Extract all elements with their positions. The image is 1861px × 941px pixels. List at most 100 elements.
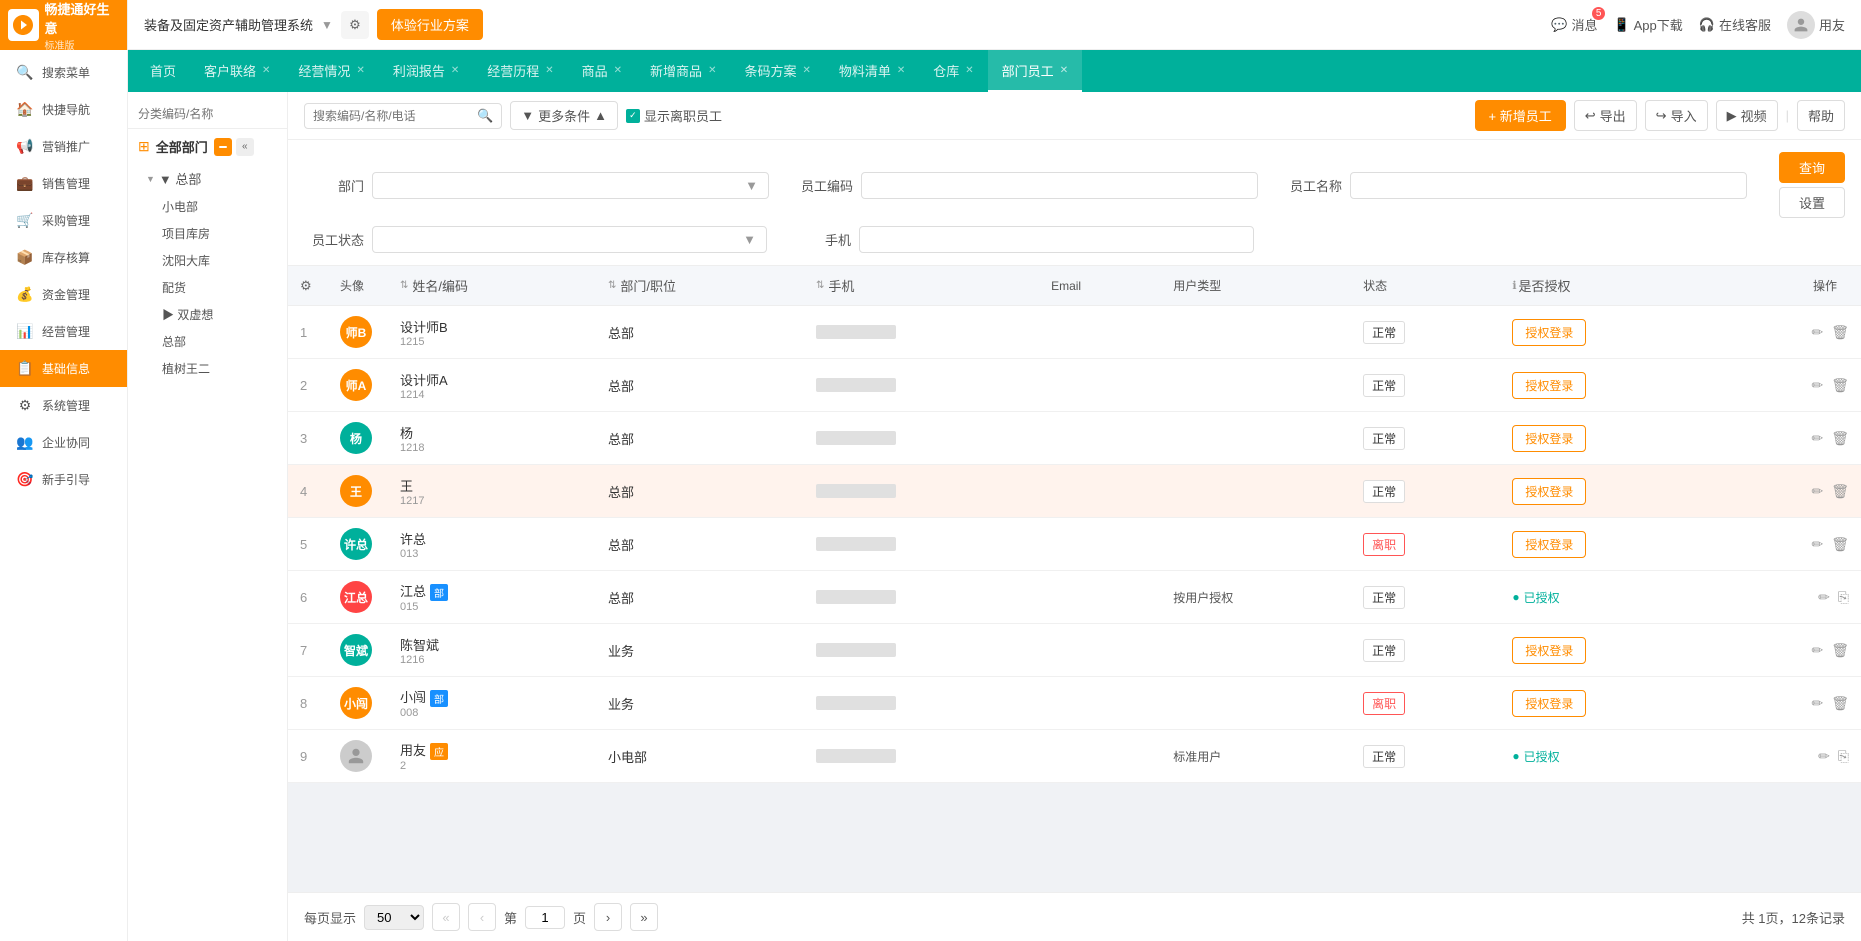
sidebar-item-purchase[interactable]: 🛒 采购管理 — [0, 202, 127, 239]
settings-button[interactable]: ⚙ — [341, 11, 369, 39]
tab-add-goods[interactable]: 新增商品 ✕ — [636, 50, 730, 92]
sidebar-item-finance[interactable]: 💰 资金管理 — [0, 276, 127, 313]
edit-icon[interactable]: ✏ — [1811, 430, 1823, 447]
export-button[interactable]: ↩ 导出 — [1574, 100, 1637, 131]
delete-icon[interactable]: 🗑 — [1831, 324, 1849, 341]
dept-tree-item-head[interactable]: ▼ 总部 — [136, 164, 287, 193]
search-input[interactable] — [313, 109, 473, 123]
auth-login-btn[interactable]: 授权登录 — [1512, 690, 1586, 717]
add-employee-button[interactable]: + 新增员工 — [1475, 100, 1566, 131]
messages-button[interactable]: 💬 消息 5 — [1551, 15, 1597, 34]
view-button[interactable]: ▶ 视频 — [1716, 100, 1778, 131]
edit-icon[interactable]: ✏ — [1811, 642, 1823, 659]
tab-home[interactable]: 首页 — [136, 50, 190, 92]
first-page-btn[interactable]: « — [432, 903, 460, 931]
dept-tree-item-shenyang[interactable]: 沈阳大库 — [152, 247, 287, 274]
import-button[interactable]: ↪ 导入 — [1645, 100, 1708, 131]
edit-icon[interactable]: ✏ — [1811, 483, 1823, 500]
edit-icon[interactable]: ✏ — [1811, 695, 1823, 712]
tab-close-icon[interactable]: ✕ — [1060, 65, 1068, 76]
tab-warehouse[interactable]: 仓库 ✕ — [919, 50, 987, 92]
auth-login-btn[interactable]: 授权登录 — [1512, 372, 1586, 399]
tab-profit[interactable]: 利润报告 ✕ — [379, 50, 473, 92]
sidebar-item-inventory[interactable]: 📦 库存核算 — [0, 239, 127, 276]
tab-close-icon[interactable]: ✕ — [545, 65, 553, 76]
dept-tree-item-zhishu[interactable]: 植树王二 — [152, 355, 287, 382]
sidebar-item-sales[interactable]: 💼 销售管理 — [0, 165, 127, 202]
dept-header[interactable]: ⊞ 全部部门 « — [128, 129, 287, 164]
dept-tree-item-xiaodibu[interactable]: 小电部 — [152, 193, 287, 220]
page-input[interactable] — [525, 906, 565, 929]
trial-button[interactable]: 体验行业方案 — [377, 9, 483, 40]
app-download-button[interactable]: 📱 App下载 — [1613, 15, 1682, 34]
dept-tree-item-peihuo[interactable]: 配货 — [152, 274, 287, 301]
tab-bom[interactable]: 物料清单 ✕ — [825, 50, 919, 92]
tab-close-icon[interactable]: ✕ — [897, 65, 905, 76]
auth-login-btn[interactable]: 授权登录 — [1512, 637, 1586, 664]
dept-tree-item-projectroom[interactable]: 项目库房 — [152, 220, 287, 247]
dept-select[interactable]: ▼ — [372, 172, 769, 199]
sidebar-item-quicknav[interactable]: 🏠 快捷导航 — [0, 91, 127, 128]
edit-icon[interactable]: ✏ — [1811, 324, 1823, 341]
tab-close-icon[interactable]: ✕ — [802, 65, 810, 76]
sidebar-item-search[interactable]: 🔍 搜索菜单 — [0, 54, 127, 91]
emp-status-select[interactable]: ▼ — [372, 226, 767, 253]
tab-close-icon[interactable]: ✕ — [451, 65, 459, 76]
tab-customers[interactable]: 客户联络 ✕ — [190, 50, 284, 92]
dept-collapse-btn[interactable] — [214, 138, 232, 156]
edit-icon[interactable]: ✏ — [1818, 589, 1830, 606]
emp-code-input[interactable] — [861, 172, 1258, 199]
edit-icon[interactable]: ✏ — [1818, 748, 1830, 765]
auth-login-btn[interactable]: 授权登录 — [1512, 319, 1586, 346]
copy-icon[interactable]: ⎘ — [1838, 748, 1849, 765]
last-page-btn[interactable]: » — [630, 903, 658, 931]
dept-search-input[interactable] — [138, 107, 288, 121]
more-filter-btn[interactable]: ▼ 更多条件 ▲ — [510, 101, 618, 130]
help-button[interactable]: 帮助 — [1797, 100, 1845, 131]
tab-operations[interactable]: 经营情况 ✕ — [284, 50, 378, 92]
phone-input[interactable] — [859, 226, 1254, 253]
next-page-btn[interactable]: › — [594, 903, 622, 931]
sidebar-item-basic[interactable]: 📋 基础信息 — [0, 350, 127, 387]
sidebar-item-management[interactable]: 📊 经营管理 — [0, 313, 127, 350]
per-page-select[interactable]: 50 100 — [364, 905, 424, 930]
auth-login-btn[interactable]: 授权登录 — [1512, 425, 1586, 452]
dept-tree-item-shuangxu[interactable]: ▶ 双虚想 — [152, 301, 287, 328]
prev-page-btn[interactable]: ‹ — [468, 903, 496, 931]
sidebar-item-marketing[interactable]: 📢 营销推广 — [0, 128, 127, 165]
delete-icon[interactable]: 🗑 — [1831, 483, 1849, 500]
sidebar-item-guide[interactable]: 🎯 新手引导 — [0, 461, 127, 498]
tab-close-icon[interactable]: ✕ — [614, 65, 622, 76]
delete-icon[interactable]: 🗑 — [1831, 695, 1849, 712]
tab-close-icon[interactable]: ✕ — [965, 65, 973, 76]
query-button[interactable]: 查询 — [1779, 152, 1845, 183]
delete-icon[interactable]: 🗑 — [1831, 642, 1849, 659]
online-service-button[interactable]: 🎧 在线客服 — [1699, 15, 1771, 34]
tab-close-icon[interactable]: ✕ — [262, 65, 270, 76]
show-resigned-toggle[interactable]: ✓ 显示离职员工 — [626, 106, 722, 125]
delete-icon[interactable]: 🗑 — [1831, 430, 1849, 447]
user-menu[interactable]: 用友 — [1787, 11, 1845, 39]
tab-history[interactable]: 经营历程 ✕ — [473, 50, 567, 92]
sidebar-item-system[interactable]: ⚙ 系统管理 — [0, 387, 127, 424]
tab-employees[interactable]: 部门员工 ✕ — [988, 50, 1082, 92]
auth-login-btn[interactable]: 授权登录 — [1512, 531, 1586, 558]
tab-close-icon[interactable]: ✕ — [708, 65, 716, 76]
tab-barcode[interactable]: 条码方案 ✕ — [730, 50, 824, 92]
tab-goods[interactable]: 商品 ✕ — [568, 50, 636, 92]
emp-name-input[interactable] — [1350, 172, 1747, 199]
copy-icon[interactable]: ⎘ — [1838, 589, 1849, 606]
edit-icon[interactable]: ✏ — [1811, 377, 1823, 394]
dept-tree-item-zongbu[interactable]: 总部 — [152, 328, 287, 355]
delete-icon[interactable]: 🗑 — [1831, 377, 1849, 394]
dept-fold-btn[interactable]: « — [236, 138, 254, 156]
inventory-icon: 📦 — [16, 249, 34, 266]
delete-icon[interactable]: 🗑 — [1831, 536, 1849, 553]
auth-granted: 已授权 — [1512, 748, 1710, 765]
tab-close-icon[interactable]: ✕ — [356, 65, 364, 76]
settings-button[interactable]: 设置 — [1779, 187, 1845, 218]
home-icon: 🏠 — [16, 101, 34, 118]
auth-login-btn[interactable]: 授权登录 — [1512, 478, 1586, 505]
edit-icon[interactable]: ✏ — [1811, 536, 1823, 553]
sidebar-item-collab[interactable]: 👥 企业协同 — [0, 424, 127, 461]
